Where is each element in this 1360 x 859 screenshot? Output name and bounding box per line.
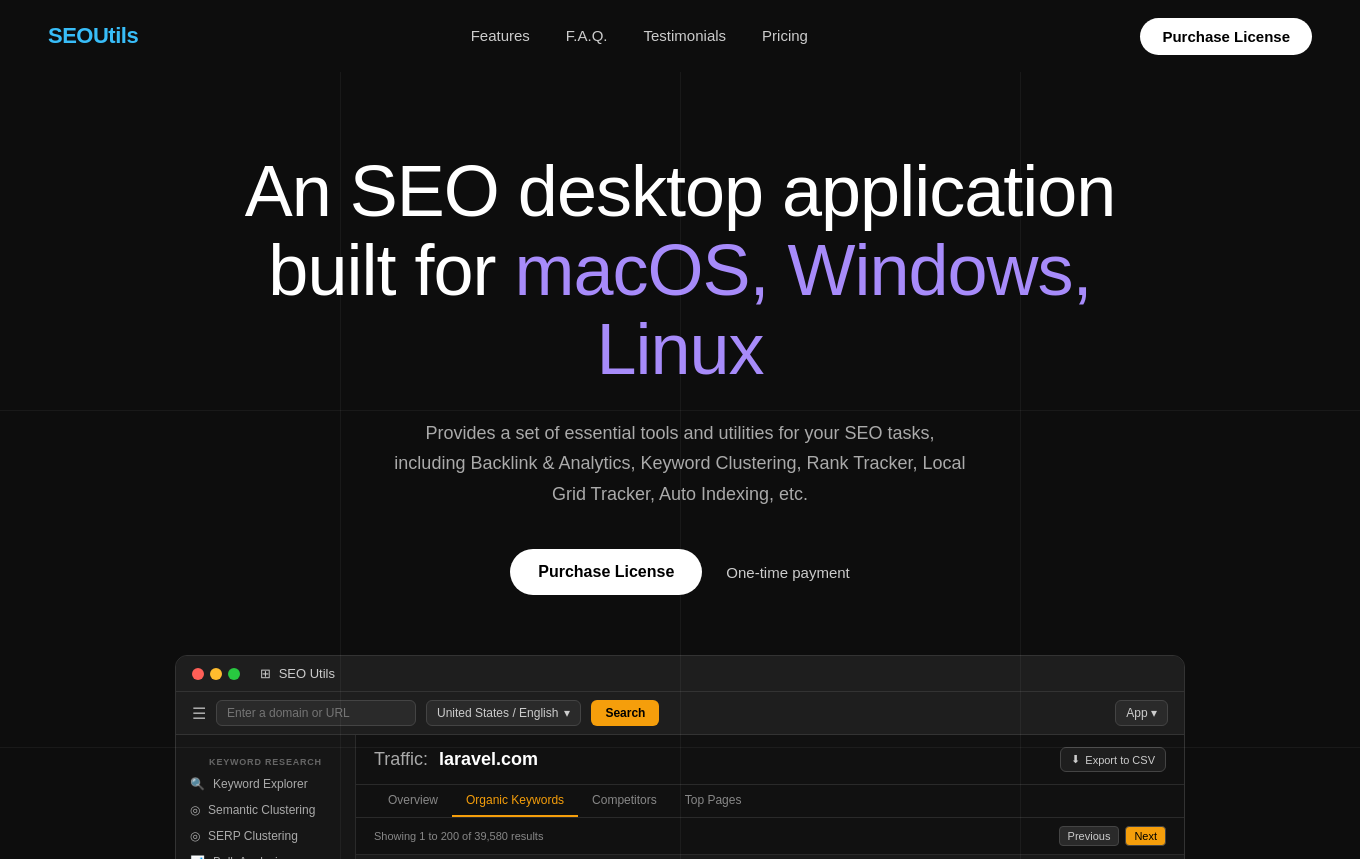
chevron-down-icon: ▾ — [564, 706, 570, 720]
traffic-domain: laravel.com — [439, 749, 538, 769]
traffic-label: Traffic: — [374, 749, 428, 769]
hero-section: An SEO desktop application built for mac… — [0, 72, 1360, 859]
sidebar-label: SERP Clustering — [208, 829, 298, 843]
app-title-text: SEO Utils — [279, 666, 335, 681]
tab-organic-keywords[interactable]: Organic Keywords — [452, 785, 578, 817]
purchase-license-nav-button[interactable]: Purchase License — [1140, 18, 1312, 55]
maximize-button-icon — [228, 668, 240, 680]
export-label: Export to CSV — [1085, 754, 1155, 766]
app-title-label: ⊞ SEO Utils — [260, 666, 335, 681]
col-updated: Updated — [1062, 855, 1184, 859]
minimize-button-icon — [210, 668, 222, 680]
results-count: Showing 1 to 200 of 39,580 results — [374, 830, 543, 842]
sidebar-label: Semantic Clustering — [208, 803, 315, 817]
download-icon: ⬇ — [1071, 753, 1080, 766]
url-input[interactable] — [216, 700, 416, 726]
cluster-icon: ◎ — [190, 803, 200, 817]
headline-prefix: built for — [268, 230, 514, 310]
bulk-icon: 📊 — [190, 855, 205, 859]
nav-links: Features F.A.Q. Testimonials Pricing — [471, 27, 808, 45]
traffic-lights — [192, 668, 240, 680]
logo-seo: SEO — [48, 23, 93, 48]
logo-utils: Utils — [93, 23, 138, 48]
search-icon: 🔍 — [190, 777, 205, 791]
app-screenshot: ⊞ SEO Utils ☰ United States / English ▾ … — [175, 655, 1185, 859]
purchase-license-hero-button[interactable]: Purchase License — [510, 549, 702, 595]
nav-item-pricing[interactable]: Pricing — [762, 27, 808, 45]
nav-item-faq[interactable]: F.A.Q. — [566, 27, 608, 45]
sidebar-item-bulk-analysis[interactable]: 📊 Bulk Analysis — [176, 849, 355, 859]
data-table: Keyword Intent Volume KD CPC Position Vi… — [356, 855, 1184, 859]
headline-line1: An SEO desktop application — [245, 151, 1116, 231]
pagination: Previous Next — [1059, 826, 1166, 846]
app-toolbar: ☰ United States / English ▾ Search App ▾ — [176, 692, 1184, 735]
hero-cta: Purchase License One-time payment — [510, 549, 849, 595]
app-label: App — [1126, 706, 1147, 720]
export-csv-button[interactable]: ⬇ Export to CSV — [1060, 747, 1166, 772]
app-selector[interactable]: App ▾ — [1115, 700, 1168, 726]
tab-top-pages[interactable]: Top Pages — [671, 785, 756, 817]
headline-accent: macOS, Windows, Linux — [514, 230, 1091, 389]
col-position: Position — [902, 855, 990, 859]
grid-line — [0, 410, 1360, 411]
sidebar-label: Keyword Explorer — [213, 777, 308, 791]
search-button[interactable]: Search — [591, 700, 659, 726]
menu-icon[interactable]: ☰ — [192, 704, 206, 723]
sidebar-section-keyword-research: KEYWORD RESEARCH — [176, 747, 355, 771]
app-icon: ⊞ — [260, 666, 271, 681]
sidebar-item-keyword-explorer[interactable]: 🔍 Keyword Explorer — [176, 771, 355, 797]
col-kd: KD — [756, 855, 830, 859]
traffic-title: Traffic: laravel.com — [374, 749, 538, 770]
app-titlebar: ⊞ SEO Utils — [176, 656, 1184, 692]
nav-item-features[interactable]: Features — [471, 27, 530, 45]
tab-competitors[interactable]: Competitors — [578, 785, 671, 817]
hero-headline: An SEO desktop application built for mac… — [230, 152, 1130, 390]
col-cpc: CPC — [830, 855, 902, 859]
col-intent: Intent — [543, 855, 655, 859]
prev-page-button[interactable]: Previous — [1059, 826, 1120, 846]
serp-icon: ◎ — [190, 829, 200, 843]
sidebar-label: Bulk Analysis — [213, 855, 284, 859]
col-keyword: Keyword — [356, 855, 543, 859]
sidebar: KEYWORD RESEARCH 🔍 Keyword Explorer ◎ Se… — [176, 735, 356, 859]
navbar: SEOUtils Features F.A.Q. Testimonials Pr… — [0, 0, 1360, 72]
tab-overview[interactable]: Overview — [374, 785, 452, 817]
chevron-down-icon: ▾ — [1151, 706, 1157, 720]
sidebar-item-serp-clustering[interactable]: ◎ SERP Clustering — [176, 823, 355, 849]
app-body: KEYWORD RESEARCH 🔍 Keyword Explorer ◎ Se… — [176, 735, 1184, 859]
table-header: Keyword Intent Volume KD CPC Position Vi… — [356, 855, 1184, 859]
content-header: Traffic: laravel.com ⬇ Export to CSV — [356, 735, 1184, 785]
sidebar-item-semantic-clustering[interactable]: ◎ Semantic Clustering — [176, 797, 355, 823]
logo: SEOUtils — [48, 23, 138, 49]
close-button-icon — [192, 668, 204, 680]
results-info: Showing 1 to 200 of 39,580 results Previ… — [356, 818, 1184, 855]
col-visits: Visits — [990, 855, 1062, 859]
language-selector[interactable]: United States / English ▾ — [426, 700, 581, 726]
lang-label: United States / English — [437, 706, 558, 720]
hero-description: Provides a set of essential tools and ut… — [390, 418, 970, 510]
tabs-row: Overview Organic Keywords Competitors To… — [356, 785, 1184, 818]
content-area: Traffic: laravel.com ⬇ Export to CSV Ove… — [356, 735, 1184, 859]
one-time-payment-label: One-time payment — [726, 564, 849, 581]
col-volume: Volume — [655, 855, 756, 859]
nav-item-testimonials[interactable]: Testimonials — [644, 27, 727, 45]
next-page-button[interactable]: Next — [1125, 826, 1166, 846]
